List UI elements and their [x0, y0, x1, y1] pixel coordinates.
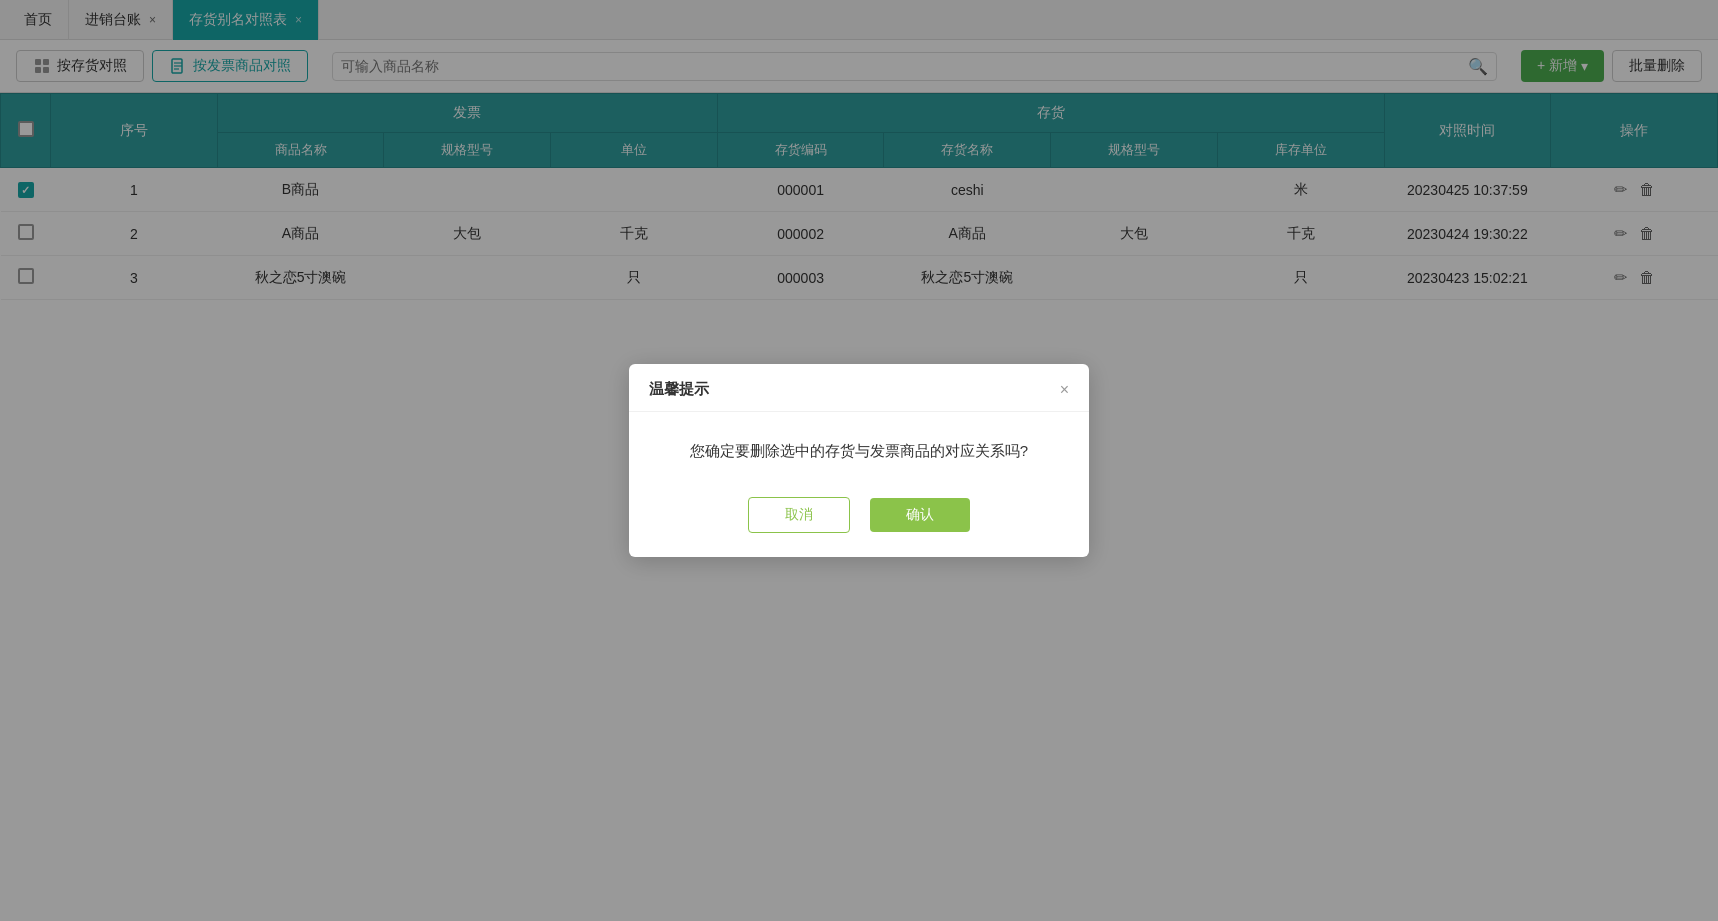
btn-cancel-label: 取消: [785, 506, 813, 522]
dialog: 温馨提示 × 您确定要删除选中的存货与发票商品的对应关系吗? 取消 确认: [629, 364, 1089, 557]
dialog-footer: 取消 确认: [629, 481, 1089, 557]
dialog-header: 温馨提示 ×: [629, 364, 1089, 412]
btn-cancel[interactable]: 取消: [748, 497, 850, 533]
modal-overlay: 温馨提示 × 您确定要删除选中的存货与发票商品的对应关系吗? 取消 确认: [0, 0, 1718, 921]
dialog-close-icon[interactable]: ×: [1060, 381, 1069, 399]
btn-confirm-label: 确认: [906, 506, 934, 522]
dialog-title: 温馨提示: [649, 380, 709, 399]
dialog-message: 您确定要删除选中的存货与发票商品的对应关系吗?: [690, 442, 1028, 459]
dialog-body: 您确定要删除选中的存货与发票商品的对应关系吗?: [629, 412, 1089, 481]
btn-confirm[interactable]: 确认: [870, 498, 970, 532]
